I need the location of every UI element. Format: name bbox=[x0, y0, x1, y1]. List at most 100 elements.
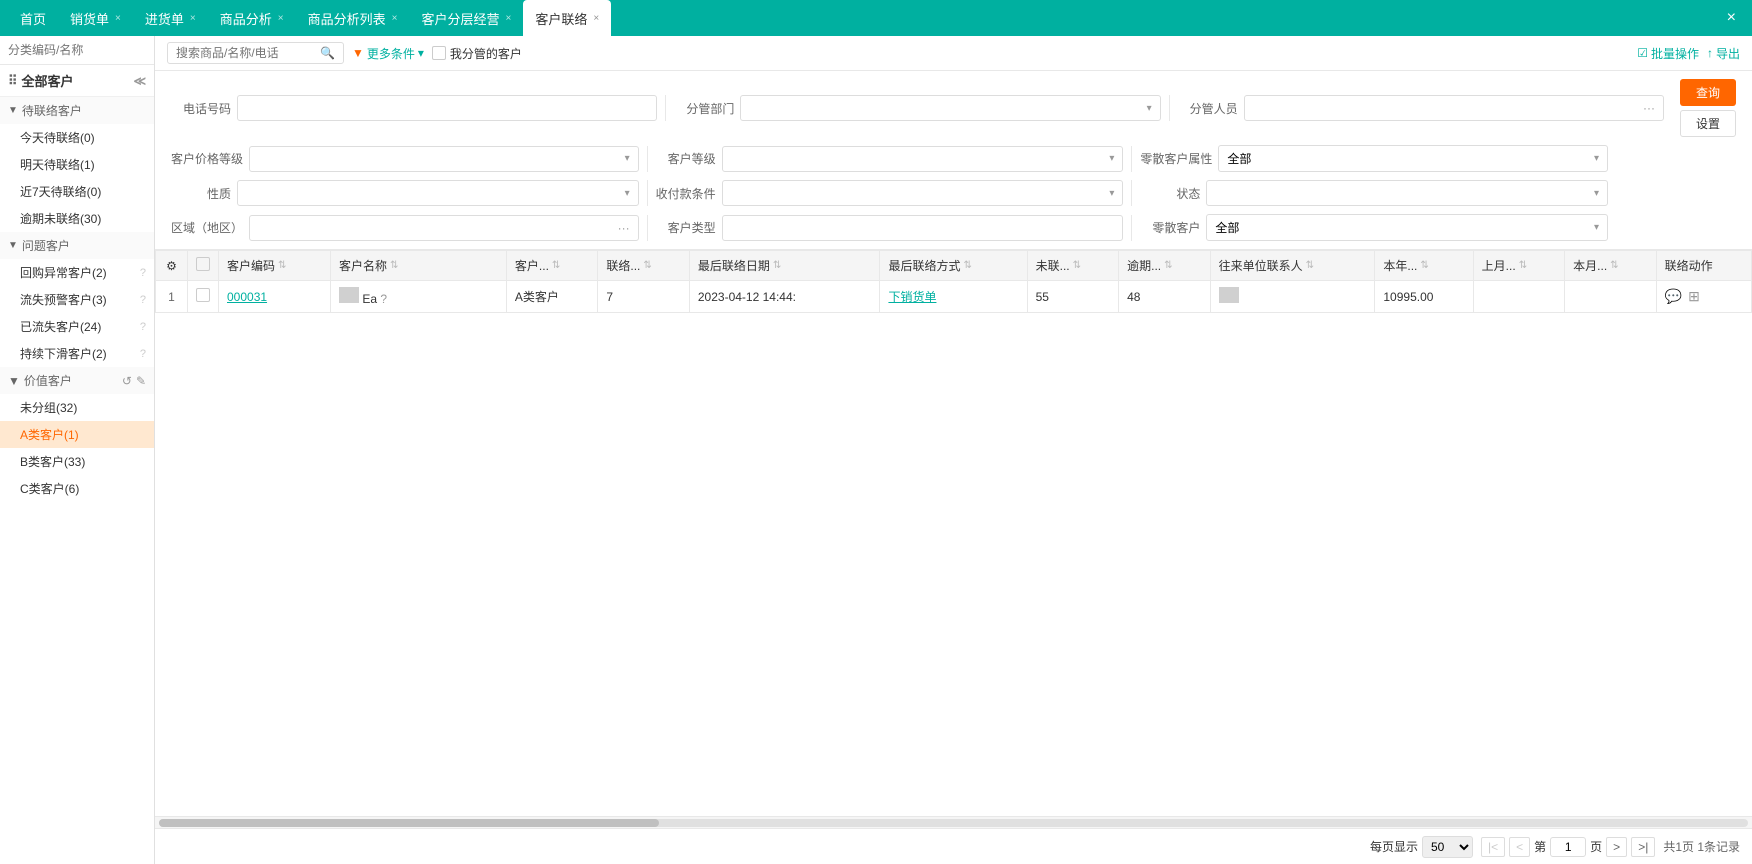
col-last-contact-date[interactable]: 最后联络日期 ⇅ bbox=[689, 251, 880, 281]
table-area: ⚙ 客户编码 ⇅ 客户名称 bbox=[155, 250, 1752, 816]
sidebar-item-tomorrow[interactable]: 明天待联络(1) bbox=[0, 151, 154, 178]
select-payment[interactable]: ▾ bbox=[722, 180, 1124, 206]
col-this-month[interactable]: 本月... ⇅ bbox=[1565, 251, 1656, 281]
settings-button[interactable]: 设置 bbox=[1680, 110, 1736, 137]
col-contact-count[interactable]: 联络... ⇅ bbox=[598, 251, 689, 281]
select-retail-attr[interactable]: 全部 ▾ bbox=[1218, 145, 1608, 172]
main-search-input[interactable] bbox=[176, 46, 316, 60]
sidebar-item-today[interactable]: 今天待联络(0) bbox=[0, 124, 154, 151]
select-nature[interactable]: ▾ bbox=[237, 180, 639, 206]
section-pending-contact[interactable]: ▼ 待联络客户 bbox=[0, 97, 154, 124]
prev-page-button[interactable]: < bbox=[1509, 837, 1530, 857]
nav-sales-order[interactable]: 销货单 × bbox=[58, 0, 133, 36]
nav-purchase-order[interactable]: 进货单 × bbox=[133, 0, 208, 36]
nav-home[interactable]: 首页 bbox=[8, 0, 58, 36]
chevron-retail-customer: ▾ bbox=[1594, 222, 1599, 233]
close-customer-tier[interactable]: × bbox=[505, 13, 511, 24]
sidebar-item-churn-warning[interactable]: 流失预警客户(3) ? bbox=[0, 286, 154, 313]
filter-row-4: 区域（地区） ··· 客户类型 零散客户 全部 bbox=[171, 214, 1736, 241]
col-code[interactable]: 客户编码 ⇅ bbox=[219, 251, 331, 281]
col-gear[interactable]: ⚙ bbox=[156, 251, 188, 281]
col-last-month[interactable]: 上月... ⇅ bbox=[1473, 251, 1564, 281]
sidebar-item-class-b[interactable]: B类客户(33) bbox=[0, 448, 154, 475]
select-price-level[interactable]: ▾ bbox=[249, 146, 639, 172]
page-end-label: 页 bbox=[1590, 838, 1602, 855]
last-page-button[interactable]: >| bbox=[1631, 837, 1655, 857]
search-box: 🔍 bbox=[167, 42, 344, 64]
customer-code-link[interactable]: 000031 bbox=[227, 290, 267, 304]
more-filter-button[interactable]: ▼ 更多条件 ▾ bbox=[352, 45, 424, 62]
cell-num: 1 bbox=[156, 281, 188, 313]
next-page-button[interactable]: > bbox=[1606, 837, 1627, 857]
top-navigation: 首页 销货单 × 进货单 × 商品分析 × 商品分析列表 × 客户分层经营 × … bbox=[0, 0, 1752, 36]
sidebar-item-churned[interactable]: 已流失客户(24) ? bbox=[0, 313, 154, 340]
main-layout: 🔍 ⠿ 全部客户 ≪ ▼ 待联络客户 今天待联络(0) 明天待联络(1) 近7天… bbox=[0, 36, 1752, 864]
batch-op-button[interactable]: ☑ 批量操作 bbox=[1637, 45, 1699, 62]
cell-checkbox[interactable] bbox=[188, 281, 219, 313]
label-nature: 性质 bbox=[171, 185, 231, 202]
input-region[interactable]: ··· bbox=[249, 215, 639, 241]
col-contact-person[interactable]: 往来单位联系人 ⇅ bbox=[1210, 251, 1375, 281]
sidebar-item-class-a[interactable]: A类客户(1) bbox=[0, 421, 154, 448]
cell-actions: 💬 ⊞ bbox=[1656, 281, 1751, 313]
col-name[interactable]: 客户名称 ⇅ bbox=[331, 251, 507, 281]
page-nav-area: |< < 第 页 > >| bbox=[1481, 837, 1655, 857]
cell-overdue: 48 bbox=[1119, 281, 1210, 313]
select-dept[interactable]: ▾ bbox=[740, 95, 1160, 121]
page-size-select[interactable]: 50 100 200 bbox=[1422, 836, 1473, 858]
col-no-contact[interactable]: 未联... ⇅ bbox=[1027, 251, 1118, 281]
sidebar-item-class-c[interactable]: C类客户(6) bbox=[0, 475, 154, 502]
main-search-icon[interactable]: 🔍 bbox=[320, 46, 335, 60]
scrollbar-track[interactable] bbox=[159, 819, 1748, 827]
col-overdue[interactable]: 逾期... ⇅ bbox=[1119, 251, 1210, 281]
global-close-button[interactable]: × bbox=[1719, 9, 1744, 27]
collapse-icon[interactable]: ≪ bbox=[133, 74, 146, 88]
col-this-year[interactable]: 本年... ⇅ bbox=[1375, 251, 1473, 281]
section-value-customers[interactable]: ▼ 价值客户 ↺ ✎ bbox=[0, 367, 154, 394]
input-customer-type[interactable] bbox=[722, 215, 1124, 241]
label-customer-level: 客户等级 bbox=[656, 150, 716, 167]
sidebar-item-overdue[interactable]: 逾期未联络(30) bbox=[0, 205, 154, 232]
close-product-analysis-list[interactable]: × bbox=[392, 13, 398, 24]
close-customer-contact[interactable]: × bbox=[593, 13, 599, 24]
first-page-button[interactable]: |< bbox=[1481, 837, 1505, 857]
sidebar-all-customers[interactable]: ⠿ 全部客户 ≪ bbox=[0, 65, 154, 97]
my-customer-checkbox[interactable]: 我分管的客户 bbox=[432, 45, 522, 62]
close-product-analysis[interactable]: × bbox=[278, 13, 284, 24]
export-button[interactable]: ↑ 导出 bbox=[1707, 45, 1740, 62]
horizontal-scrollbar[interactable] bbox=[155, 816, 1752, 828]
refresh-icon[interactable]: ↺ bbox=[122, 374, 132, 388]
chat-action-icon[interactable]: 💬 bbox=[1665, 288, 1682, 305]
sidebar-item-unclassified[interactable]: 未分组(32) bbox=[0, 394, 154, 421]
close-sales-order[interactable]: × bbox=[115, 13, 121, 24]
cell-contact-person bbox=[1210, 281, 1375, 313]
query-button[interactable]: 查询 bbox=[1680, 79, 1736, 106]
sort-this-year: ⇅ bbox=[1420, 260, 1428, 271]
col-level[interactable]: 客户... ⇅ bbox=[506, 251, 597, 281]
input-manager[interactable]: ··· bbox=[1244, 95, 1664, 121]
col-last-contact-method[interactable]: 最后联络方式 ⇅ bbox=[880, 251, 1027, 281]
col-select-all[interactable] bbox=[188, 251, 219, 281]
sidebar-item-declining[interactable]: 持续下滑客户(2) ? bbox=[0, 340, 154, 367]
row-checkbox[interactable] bbox=[196, 288, 210, 302]
nav-product-analysis[interactable]: 商品分析 × bbox=[208, 0, 296, 36]
nav-customer-contact[interactable]: 客户联络 × bbox=[523, 0, 611, 36]
nav-product-analysis-list[interactable]: 商品分析列表 × bbox=[296, 0, 410, 36]
sidebar-search-input[interactable] bbox=[8, 43, 155, 57]
sidebar-item-repurchase-anomaly[interactable]: 回购异常客户(2) ? bbox=[0, 259, 154, 286]
select-status[interactable]: ▾ bbox=[1206, 180, 1608, 206]
select-retail-customer[interactable]: 全部 ▾ bbox=[1206, 214, 1608, 241]
nav-customer-tier[interactable]: 客户分层经营 × bbox=[409, 0, 523, 36]
last-method-link[interactable]: 下销货单 bbox=[888, 290, 936, 304]
sidebar-item-7days[interactable]: 近7天待联络(0) bbox=[0, 178, 154, 205]
grid-action-icon[interactable]: ⊞ bbox=[1688, 288, 1700, 305]
scrollbar-thumb[interactable] bbox=[159, 819, 659, 827]
select-all-checkbox[interactable] bbox=[196, 257, 210, 271]
select-customer-level[interactable]: ▾ bbox=[722, 146, 1124, 172]
cell-contact-count: 7 bbox=[598, 281, 689, 313]
page-number-input[interactable] bbox=[1550, 837, 1586, 857]
edit-icon[interactable]: ✎ bbox=[136, 374, 146, 388]
close-purchase-order[interactable]: × bbox=[190, 13, 196, 24]
input-phone[interactable] bbox=[237, 95, 657, 121]
section-problem-customers[interactable]: ▼ 问题客户 bbox=[0, 232, 154, 259]
